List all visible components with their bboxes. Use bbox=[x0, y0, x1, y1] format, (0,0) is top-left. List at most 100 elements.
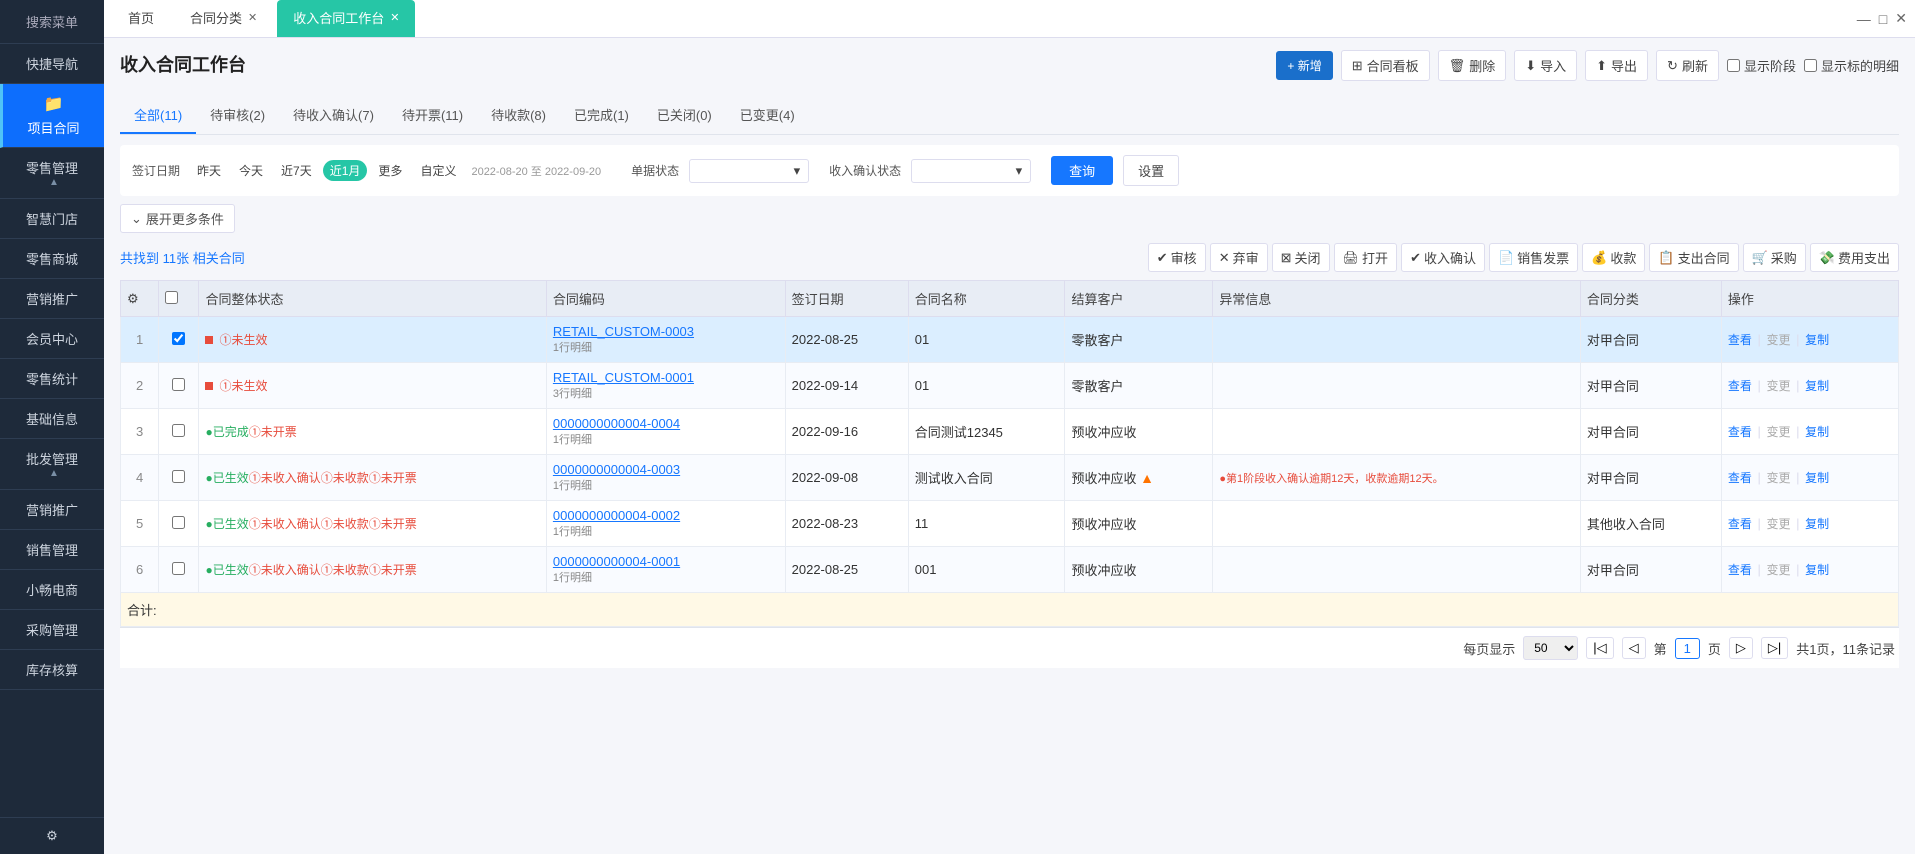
copy-op-btn[interactable]: 复制 bbox=[1805, 471, 1829, 485]
col-checkbox[interactable] bbox=[159, 281, 199, 317]
delete-button[interactable]: 🗑 删除 bbox=[1438, 50, 1507, 81]
sidebar-item-inventory[interactable]: 库存核算 bbox=[0, 650, 104, 690]
row-checkbox[interactable] bbox=[159, 501, 199, 547]
row-checkbox[interactable] bbox=[159, 409, 199, 455]
sidebar-item-marketing2[interactable]: 营销推广 bbox=[0, 490, 104, 530]
view-op-btn[interactable]: 查看 bbox=[1728, 333, 1752, 347]
sidebar-search[interactable]: 搜索菜单 bbox=[0, 0, 104, 44]
out-contract-btn[interactable]: 📋 支出合同 bbox=[1649, 243, 1738, 272]
date-chip-1month[interactable]: 近1月 bbox=[323, 160, 368, 181]
review-btn[interactable]: ✔ 审核 bbox=[1148, 243, 1206, 272]
sidebar-item-retail-mall[interactable]: 零售商城 bbox=[0, 239, 104, 279]
select-all-checkbox[interactable] bbox=[165, 291, 178, 304]
sidebar-settings[interactable]: ⚙ bbox=[0, 817, 104, 854]
sidebar-item-member[interactable]: 会员中心 bbox=[0, 319, 104, 359]
sidebar-item-project[interactable]: 📁 项目合同 bbox=[0, 84, 104, 148]
close-tab-contract-category[interactable]: ✕ bbox=[248, 11, 257, 24]
print-btn[interactable]: 🖨 打开 bbox=[1334, 243, 1398, 272]
refresh-button[interactable]: ↻ 刷新 bbox=[1656, 50, 1719, 81]
maximize-button[interactable]: □ bbox=[1879, 11, 1887, 27]
filter-tab-closed[interactable]: 已关闭(0) bbox=[643, 97, 726, 134]
next-page-btn[interactable]: ▷ bbox=[1729, 637, 1753, 659]
view-op-btn[interactable]: 查看 bbox=[1728, 471, 1752, 485]
change-op-btn[interactable]: 变更 bbox=[1766, 517, 1790, 531]
close-button[interactable]: ✕ bbox=[1895, 10, 1907, 27]
close-tab-income-contract[interactable]: ✕ bbox=[390, 11, 399, 24]
prev-page-btn[interactable]: ◁ bbox=[1622, 637, 1646, 659]
tab-home[interactable]: 首页 bbox=[112, 0, 170, 37]
change-op-btn[interactable]: 变更 bbox=[1766, 471, 1790, 485]
copy-op-btn[interactable]: 复制 bbox=[1805, 425, 1829, 439]
col-code[interactable]: 合同编码 bbox=[546, 281, 785, 317]
payment-btn[interactable]: 💰 收款 bbox=[1582, 243, 1645, 272]
copy-op-btn[interactable]: 复制 bbox=[1805, 333, 1829, 347]
change-op-btn[interactable]: 变更 bbox=[1766, 425, 1790, 439]
expand-filter-button[interactable]: ⌄ 展开更多条件 bbox=[120, 204, 235, 233]
filter-tab-pending-invoice[interactable]: 待开票(11) bbox=[388, 97, 477, 134]
last-page-btn[interactable]: ▷| bbox=[1761, 637, 1788, 659]
sidebar-item-basic-info[interactable]: 基础信息 bbox=[0, 399, 104, 439]
filter-tab-pending-income[interactable]: 待收入确认(7) bbox=[279, 97, 388, 134]
date-chip-yesterday[interactable]: 昨天 bbox=[190, 160, 228, 181]
filter-tab-completed[interactable]: 已完成(1) bbox=[560, 97, 643, 134]
date-chip-today[interactable]: 今天 bbox=[232, 160, 270, 181]
import-button[interactable]: ⬇ 导入 bbox=[1514, 50, 1577, 81]
row-checkbox[interactable] bbox=[159, 547, 199, 593]
col-category[interactable]: 合同分类 bbox=[1580, 281, 1721, 317]
copy-op-btn[interactable]: 复制 bbox=[1805, 379, 1829, 393]
filter-tab-pending-review[interactable]: 待审核(2) bbox=[196, 97, 279, 134]
sidebar-item-retail-mgmt[interactable]: 零售管理 ▲ bbox=[0, 148, 104, 199]
new-button[interactable]: + 新增 bbox=[1276, 51, 1332, 80]
first-page-btn[interactable]: |◁ bbox=[1586, 637, 1613, 659]
sidebar-item-marketing[interactable]: 营销推广 bbox=[0, 279, 104, 319]
income-confirm-btn[interactable]: ✔ 收入确认 bbox=[1401, 243, 1485, 272]
copy-op-btn[interactable]: 复制 bbox=[1805, 563, 1829, 577]
col-name[interactable]: 合同名称 bbox=[908, 281, 1065, 317]
copy-op-btn[interactable]: 复制 bbox=[1805, 517, 1829, 531]
row-checkbox[interactable] bbox=[159, 363, 199, 409]
kanban-button[interactable]: ⊞ 合同看板 bbox=[1341, 50, 1430, 81]
view-op-btn[interactable]: 查看 bbox=[1728, 517, 1752, 531]
col-sign-date[interactable]: 签订日期 bbox=[785, 281, 908, 317]
minimize-button[interactable]: — bbox=[1857, 11, 1871, 27]
col-settings[interactable]: ⚙ bbox=[121, 281, 159, 317]
change-op-btn[interactable]: 变更 bbox=[1766, 333, 1790, 347]
settings-button[interactable]: 设置 bbox=[1123, 155, 1179, 186]
sidebar-item-retail-stats[interactable]: 零售统计 bbox=[0, 359, 104, 399]
tab-contract-category[interactable]: 合同分类 ✕ bbox=[174, 0, 273, 37]
expense-out-btn[interactable]: 💸 费用支出 bbox=[1810, 243, 1899, 272]
close-btn[interactable]: ⊠ 关闭 bbox=[1272, 243, 1330, 272]
sidebar-item-wholesale[interactable]: 批发管理 ▲ bbox=[0, 439, 104, 490]
doc-status-select[interactable]: ▾ bbox=[689, 159, 809, 183]
date-chip-7days[interactable]: 近7天 bbox=[274, 160, 319, 181]
purchase-btn[interactable]: 🛒 采购 bbox=[1743, 243, 1806, 272]
sidebar-item-smart-store[interactable]: 智慧门店 bbox=[0, 199, 104, 239]
col-status[interactable]: 合同整体状态 bbox=[199, 281, 546, 317]
sidebar-item-sales-mgmt[interactable]: 销售管理 bbox=[0, 530, 104, 570]
income-confirm-select[interactable]: ▾ bbox=[911, 159, 1031, 183]
date-chip-more[interactable]: 更多 bbox=[371, 160, 409, 181]
show-stages-label[interactable]: 显示阶段 bbox=[1727, 56, 1796, 75]
view-op-btn[interactable]: 查看 bbox=[1728, 563, 1752, 577]
filter-tab-all[interactable]: 全部(11) bbox=[120, 97, 196, 134]
change-op-btn[interactable]: 变更 bbox=[1766, 379, 1790, 393]
sidebar-item-purchase[interactable]: 采购管理 bbox=[0, 610, 104, 650]
filter-tab-pending-payment[interactable]: 待收款(8) bbox=[477, 97, 560, 134]
row-checkbox[interactable] bbox=[159, 317, 199, 363]
col-abnormal[interactable]: 异常信息 bbox=[1213, 281, 1580, 317]
sidebar-quick-nav[interactable]: 快捷导航 bbox=[0, 44, 104, 84]
show-details-checkbox[interactable] bbox=[1804, 59, 1817, 72]
view-op-btn[interactable]: 查看 bbox=[1728, 425, 1752, 439]
per-page-select[interactable]: 50 100 200 bbox=[1523, 636, 1578, 660]
view-op-btn[interactable]: 查看 bbox=[1728, 379, 1752, 393]
date-chip-custom[interactable]: 自定义 bbox=[413, 160, 463, 181]
show-stages-checkbox[interactable] bbox=[1727, 59, 1740, 72]
col-customer[interactable]: 结算客户 bbox=[1065, 281, 1213, 317]
sidebar-item-ecommerce[interactable]: 小畅电商 bbox=[0, 570, 104, 610]
filter-tab-changed[interactable]: 已变更(4) bbox=[726, 97, 809, 134]
show-details-label[interactable]: 显示标的明细 bbox=[1804, 56, 1899, 75]
abandon-btn[interactable]: ✕ 弃审 bbox=[1210, 243, 1268, 272]
sales-invoice-btn[interactable]: 📄 销售发票 bbox=[1489, 243, 1578, 272]
query-button[interactable]: 查询 bbox=[1051, 156, 1113, 185]
row-checkbox[interactable] bbox=[159, 455, 199, 501]
